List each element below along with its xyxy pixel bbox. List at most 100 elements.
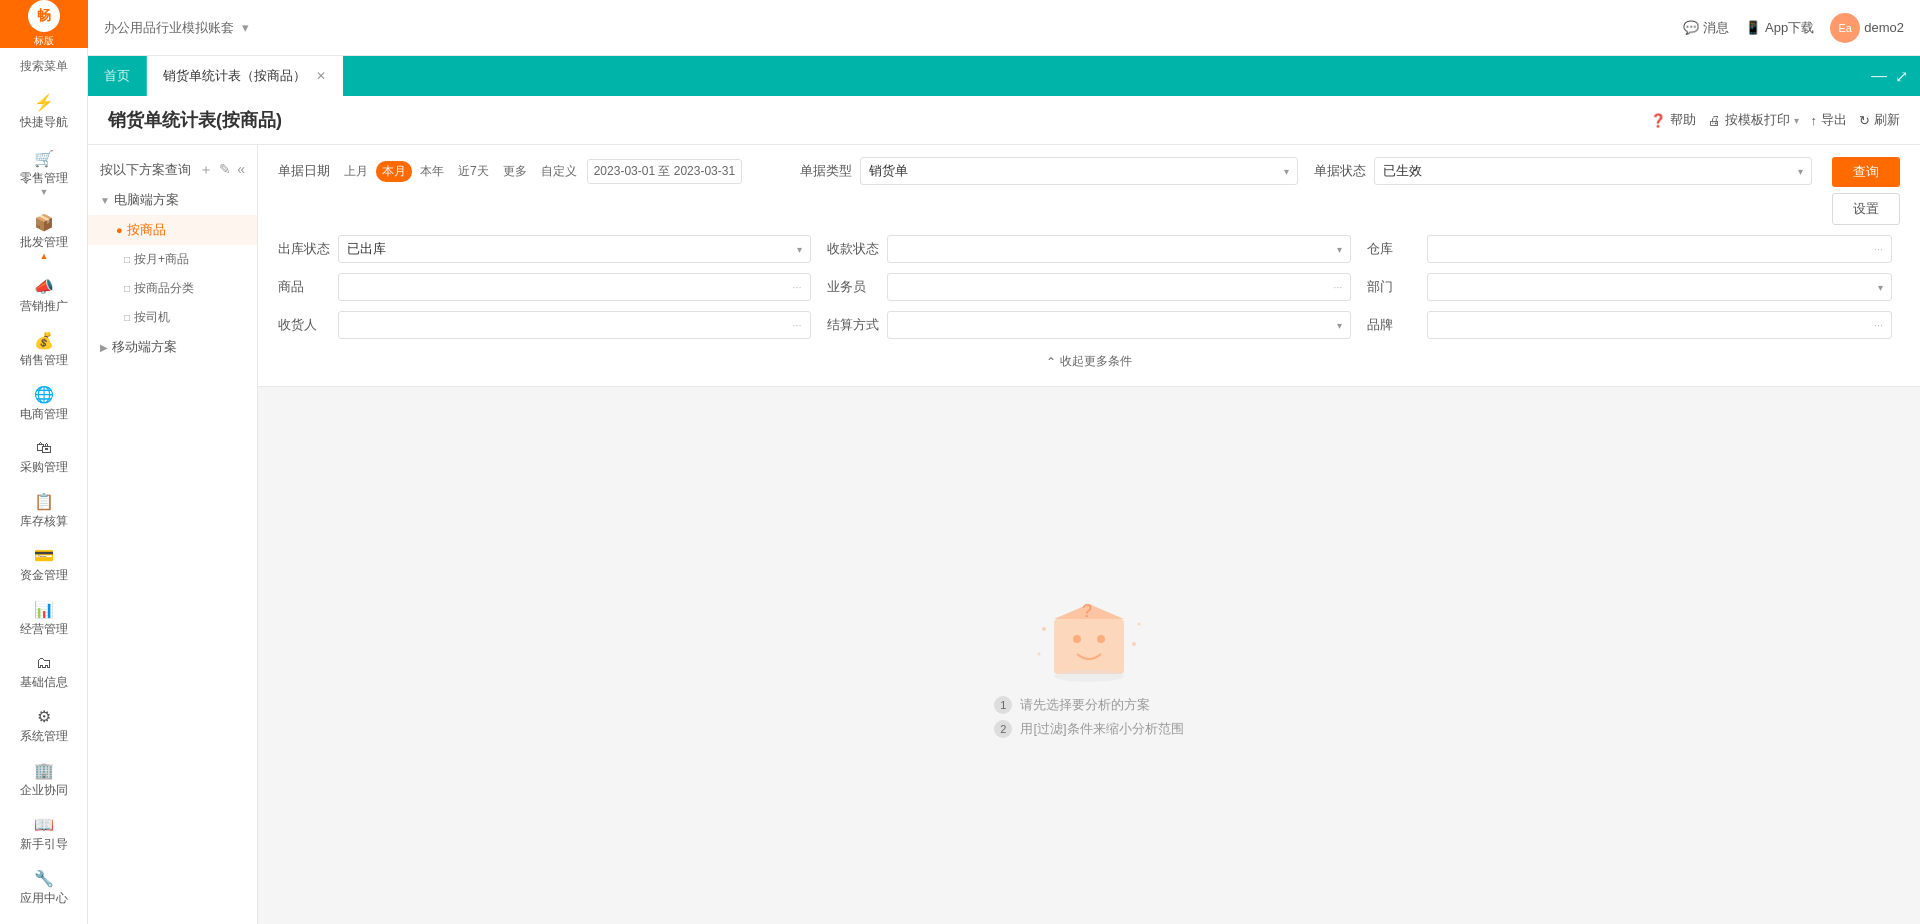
empty-hints: 1 请先选择要分析的方案 2 用[过滤]条件来缩小分析范围 — [994, 696, 1183, 738]
product-field: 商品 ··· — [278, 273, 819, 301]
product-more: ··· — [792, 281, 801, 293]
avatar: Ea — [1830, 13, 1860, 43]
svg-point-5 — [1054, 670, 1124, 682]
scheme-item-icon: □ — [124, 312, 130, 323]
sidebar-item-inventory[interactable]: 📋 库存核算 — [0, 484, 88, 538]
user-avatar-btn[interactable]: Ea demo2 — [1830, 13, 1904, 43]
add-scheme-btn[interactable]: ＋ — [199, 161, 213, 179]
help-btn[interactable]: ❓ 帮助 — [1650, 111, 1696, 129]
sidebar-item-ecommerce[interactable]: 🌐 电商管理 — [0, 377, 88, 431]
receiver-more: ··· — [792, 319, 801, 331]
edit-scheme-btn[interactable]: ✎ — [219, 161, 231, 179]
collapse-more-btn[interactable]: ⌃ 收起更多条件 — [278, 349, 1900, 374]
sidebar-item-wholesale[interactable]: 📦 批发管理 ▲ — [0, 205, 88, 269]
settle-control[interactable]: ▾ — [887, 311, 1352, 339]
payment-status-control[interactable]: ▾ — [887, 235, 1352, 263]
sidebar-item-basic[interactable]: 🗂 基础信息 — [0, 646, 88, 699]
date-label: 单据日期 — [278, 162, 338, 180]
app-download-btn[interactable]: 📱 App下载 — [1745, 19, 1814, 37]
tab-home[interactable]: 首页 — [88, 56, 147, 96]
svg-text:?: ? — [1082, 601, 1092, 621]
export-btn[interactable]: ↑ 导出 — [1811, 111, 1848, 129]
scheme-item-by-cashier[interactable]: □ 按司机 — [88, 303, 257, 332]
date-tab-7days[interactable]: 近7天 — [452, 161, 495, 182]
brand-control[interactable]: ··· — [1427, 311, 1892, 339]
product-control[interactable]: ··· — [338, 273, 811, 301]
warehouse-control[interactable]: ··· — [1427, 235, 1892, 263]
tab-bar: 首页 销货单统计表（按商品） ✕ — ⤢ — [88, 56, 1920, 96]
out-status-arrow: ▾ — [797, 244, 802, 255]
empty-hint-1: 1 请先选择要分析的方案 — [994, 696, 1183, 714]
date-tab-more[interactable]: 更多 — [497, 161, 533, 182]
sidebar-item-system[interactable]: ⚙ 系统管理 — [0, 699, 88, 753]
sidebar-item-enterprise[interactable]: 🏢 企业协同 — [0, 753, 88, 807]
sidebar-item-guide[interactable]: 📖 新手引导 — [0, 807, 88, 861]
app-logo[interactable]: 畅 标版 — [0, 0, 88, 48]
svg-rect-0 — [1054, 619, 1124, 674]
warehouse-field: 仓库 ··· — [1359, 235, 1900, 263]
staff-field: 业务员 ··· — [819, 273, 1360, 301]
tab-close-btn[interactable]: ✕ — [316, 69, 326, 83]
tab-sales-stat[interactable]: 销货单统计表（按商品） ✕ — [147, 56, 343, 96]
sidebar-item-wechat[interactable]: 💬 企业微信 — [0, 915, 88, 924]
scheme-item-by-category[interactable]: □ 按商品分类 — [88, 274, 257, 303]
filter-area: 单据日期 上月 本月 本年 近7天 更多 自定义 — [258, 145, 1920, 387]
doc-status-label: 单据状态 — [1314, 162, 1374, 180]
receiver-field: 收货人 ··· — [278, 311, 819, 339]
page-content: 销货单统计表(按商品) ❓ 帮助 🖨 按模板打印 ▾ ↑ 导出 ↻ 刷新 — [88, 96, 1920, 924]
date-range-display[interactable]: 2023-03-01 至 2023-03-31 — [587, 159, 742, 184]
sidebar-item-apps[interactable]: 🔧 应用中心 — [0, 861, 88, 915]
sidebar-item-purchase[interactable]: 🛍 采购管理 — [0, 431, 88, 484]
scheme-group-mobile-header[interactable]: ▶ 移动端方案 — [88, 332, 257, 362]
sidebar-item-retail[interactable]: 🛒 零售管理 ▼ — [0, 141, 88, 205]
tab-minimize-btn[interactable]: — — [1871, 67, 1887, 85]
svg-point-6 — [1042, 627, 1046, 631]
doc-type-arrow: ▾ — [1284, 166, 1289, 177]
sidebar-item-quick-nav[interactable]: ⚡ 快捷导航 — [0, 85, 88, 139]
doc-type-control[interactable]: 销货单 ▾ — [860, 157, 1298, 185]
search-menu-btn[interactable]: 搜索菜单 — [0, 48, 87, 85]
setting-btn[interactable]: 设置 — [1832, 193, 1900, 225]
dept-label: 部门 — [1367, 278, 1427, 296]
page-header: 销货单统计表(按商品) ❓ 帮助 🖨 按模板打印 ▾ ↑ 导出 ↻ 刷新 — [88, 96, 1920, 145]
right-panel: 单据日期 上月 本月 本年 近7天 更多 自定义 — [258, 145, 1920, 924]
sidebar-item-marketing[interactable]: 📣 营销推广 — [0, 269, 88, 323]
dept-arrow: ▾ — [1878, 282, 1883, 293]
tab-maximize-btn[interactable]: ⤢ — [1895, 67, 1908, 86]
query-btn[interactable]: 查询 — [1832, 157, 1900, 187]
scheme-item-by-month-product[interactable]: □ 按月+商品 — [88, 245, 257, 274]
svg-point-9 — [1138, 622, 1141, 625]
receiver-control[interactable]: ··· — [338, 311, 811, 339]
settle-label: 结算方式 — [827, 316, 887, 334]
scheme-item-by-product[interactable]: ● 按商品 — [88, 215, 257, 245]
sidebar: 畅 标版 搜索菜单 ⚡ 快捷导航 🛒 零售管理 ▼ 📦 批发管理 ▲ 📣 营销推… — [0, 0, 88, 924]
staff-control[interactable]: ··· — [887, 273, 1352, 301]
messages-btn[interactable]: 💬 消息 — [1683, 19, 1729, 37]
date-tab-last-month[interactable]: 上月 — [338, 161, 374, 182]
refresh-btn[interactable]: ↻ 刷新 — [1859, 111, 1900, 129]
brand-field: 品牌 ··· — [1359, 311, 1900, 339]
empty-hint-2: 2 用[过滤]条件来缩小分析范围 — [994, 720, 1183, 738]
staff-label: 业务员 — [827, 278, 887, 296]
warehouse-label: 仓库 — [1367, 240, 1427, 258]
date-tab-this-year[interactable]: 本年 — [414, 161, 450, 182]
dept-control[interactable]: ▾ — [1427, 273, 1892, 301]
sidebar-item-sales[interactable]: 💰 销售管理 — [0, 323, 88, 377]
scheme-group-desktop-header[interactable]: ▼ 电脑端方案 — [88, 185, 257, 215]
out-status-label: 出库状态 — [278, 240, 338, 258]
main-area: 办公用品行业模拟账套 ▾ 💬 消息 📱 App下载 Ea demo2 首页 — [88, 0, 1920, 924]
sidebar-item-operations[interactable]: 📊 经营管理 — [0, 592, 88, 646]
industry-dropdown-icon[interactable]: ▾ — [242, 20, 249, 35]
out-status-control[interactable]: 已出库 ▾ — [338, 235, 811, 263]
date-tab-custom[interactable]: 自定义 — [535, 161, 583, 182]
doc-status-control[interactable]: 已生效 ▾ — [1374, 157, 1812, 185]
left-panel-title: 按以下方案查询 — [100, 161, 191, 179]
collapse-panel-btn[interactable]: « — [237, 161, 245, 179]
sidebar-item-finance[interactable]: 💳 资金管理 — [0, 538, 88, 592]
doc-type-field: 单据类型 销货单 ▾ — [792, 157, 1306, 185]
warehouse-more: ··· — [1874, 243, 1883, 255]
settle-field: 结算方式 ▾ — [819, 311, 1360, 339]
logo-subtext: 标版 — [34, 34, 54, 48]
date-tab-this-month[interactable]: 本月 — [376, 161, 412, 182]
print-btn[interactable]: 🖨 按模板打印 ▾ — [1708, 111, 1799, 129]
